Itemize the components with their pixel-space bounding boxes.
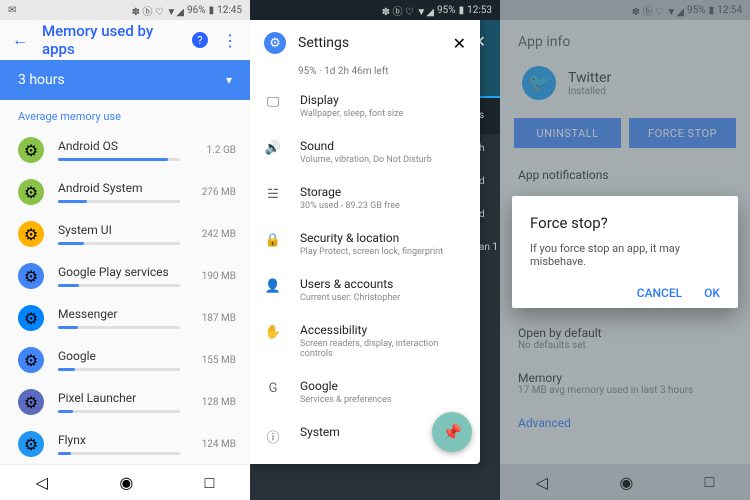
settings-row[interactable]: 🖵 DisplayWallpaper, sleep, font size: [250, 83, 480, 129]
settings-icon: ⚙: [264, 32, 286, 54]
chevron-down-icon: ▾: [226, 73, 232, 87]
app-icon: ⚙: [18, 221, 44, 247]
nav-home-icon[interactable]: ◉: [119, 473, 133, 492]
row-icon: ☱: [264, 187, 282, 211]
cancel-button[interactable]: CANCEL: [637, 286, 682, 300]
app-icon: ⚙: [18, 347, 44, 373]
app-row[interactable]: ⚙ Pixel Launcher 128 MB: [0, 381, 250, 423]
row-icon: 🔒: [264, 233, 282, 257]
settings-row[interactable]: G GoogleServices & preferences: [250, 369, 480, 415]
help-icon[interactable]: ?: [192, 32, 208, 48]
app-row[interactable]: ⚙ Messenger 187 MB: [0, 297, 250, 339]
app-row[interactable]: ⚙ Android OS 1.2 GB: [0, 129, 250, 171]
overflow-icon[interactable]: ⋮: [222, 31, 238, 50]
back-icon[interactable]: ←: [12, 30, 28, 50]
avg-label: Average memory use: [0, 100, 250, 129]
app-row[interactable]: ⚙ Google 155 MB: [0, 339, 250, 381]
row-icon: G: [264, 381, 282, 405]
row-icon: ⓘ: [264, 427, 282, 446]
status-bar: ✉ ✽ ⓑ ♡ ▼◢96%▮12:45: [0, 0, 250, 20]
force-stop-dialog: Force stop? If you force stop an app, it…: [512, 196, 738, 308]
app-row[interactable]: ⚙ Google Play services 190 MB: [0, 255, 250, 297]
app-bar: ← Memory used by apps ? ⋮: [0, 20, 250, 60]
settings-row[interactable]: ✋ AccessibilityScreen readers, display, …: [250, 313, 480, 369]
settings-row[interactable]: ☱ Storage30% used - 89.23 GB free: [250, 175, 480, 221]
nav-recents-icon[interactable]: □: [205, 473, 215, 493]
settings-row[interactable]: 👤 Users & accountsCurrent user: Christop…: [250, 267, 480, 313]
settings-row[interactable]: 🔒 Security & locationPlay Protect, scree…: [250, 221, 480, 267]
dialog-title: Force stop?: [530, 214, 720, 232]
panel-title: Settings: [298, 35, 441, 51]
row-icon: 🔊: [264, 141, 282, 165]
nav-back-icon[interactable]: ◁: [36, 473, 48, 492]
battery-status: 95% · 1d 2h 46m left: [250, 66, 480, 83]
app-icon: ⚙: [18, 179, 44, 205]
fab-pin[interactable]: 📌: [432, 412, 472, 452]
row-icon: 👤: [264, 279, 282, 303]
settings-panel: ⚙ Settings ✕ 95% · 1d 2h 46m left 🖵 Disp…: [250, 20, 480, 464]
row-icon: ✋: [264, 325, 282, 359]
row-icon: 🖵: [264, 95, 282, 119]
app-row[interactable]: ⚙ Flynx 124 MB: [0, 423, 250, 464]
app-icon: ⚙: [18, 137, 44, 163]
settings-row[interactable]: 🔊 SoundVolume, vibration, Do Not Disturb: [250, 129, 480, 175]
app-icon: ⚙: [18, 305, 44, 331]
dialog-message: If you force stop an app, it may misbeha…: [530, 242, 720, 268]
app-icon: ⚙: [18, 263, 44, 289]
nav-bar: ◁ ◉ □: [0, 464, 250, 500]
settings-list: 🖵 DisplayWallpaper, sleep, font size 🔊 S…: [250, 83, 480, 464]
close-icon[interactable]: ✕: [453, 34, 466, 53]
page-title: Memory used by apps: [42, 22, 178, 58]
app-icon: ⚙: [18, 431, 44, 457]
app-row[interactable]: ⚙ System UI 242 MB: [0, 213, 250, 255]
ok-button[interactable]: OK: [704, 286, 720, 300]
time-range-select[interactable]: 3 hours▾: [0, 60, 250, 100]
status-bar: ✽ ⓑ ♡ ▼◢95%▮12:53: [250, 0, 500, 20]
app-list: ⚙ Android OS 1.2 GB ⚙ Android System 276…: [0, 129, 250, 464]
app-row[interactable]: ⚙ Android System 276 MB: [0, 171, 250, 213]
app-icon: ⚙: [18, 389, 44, 415]
